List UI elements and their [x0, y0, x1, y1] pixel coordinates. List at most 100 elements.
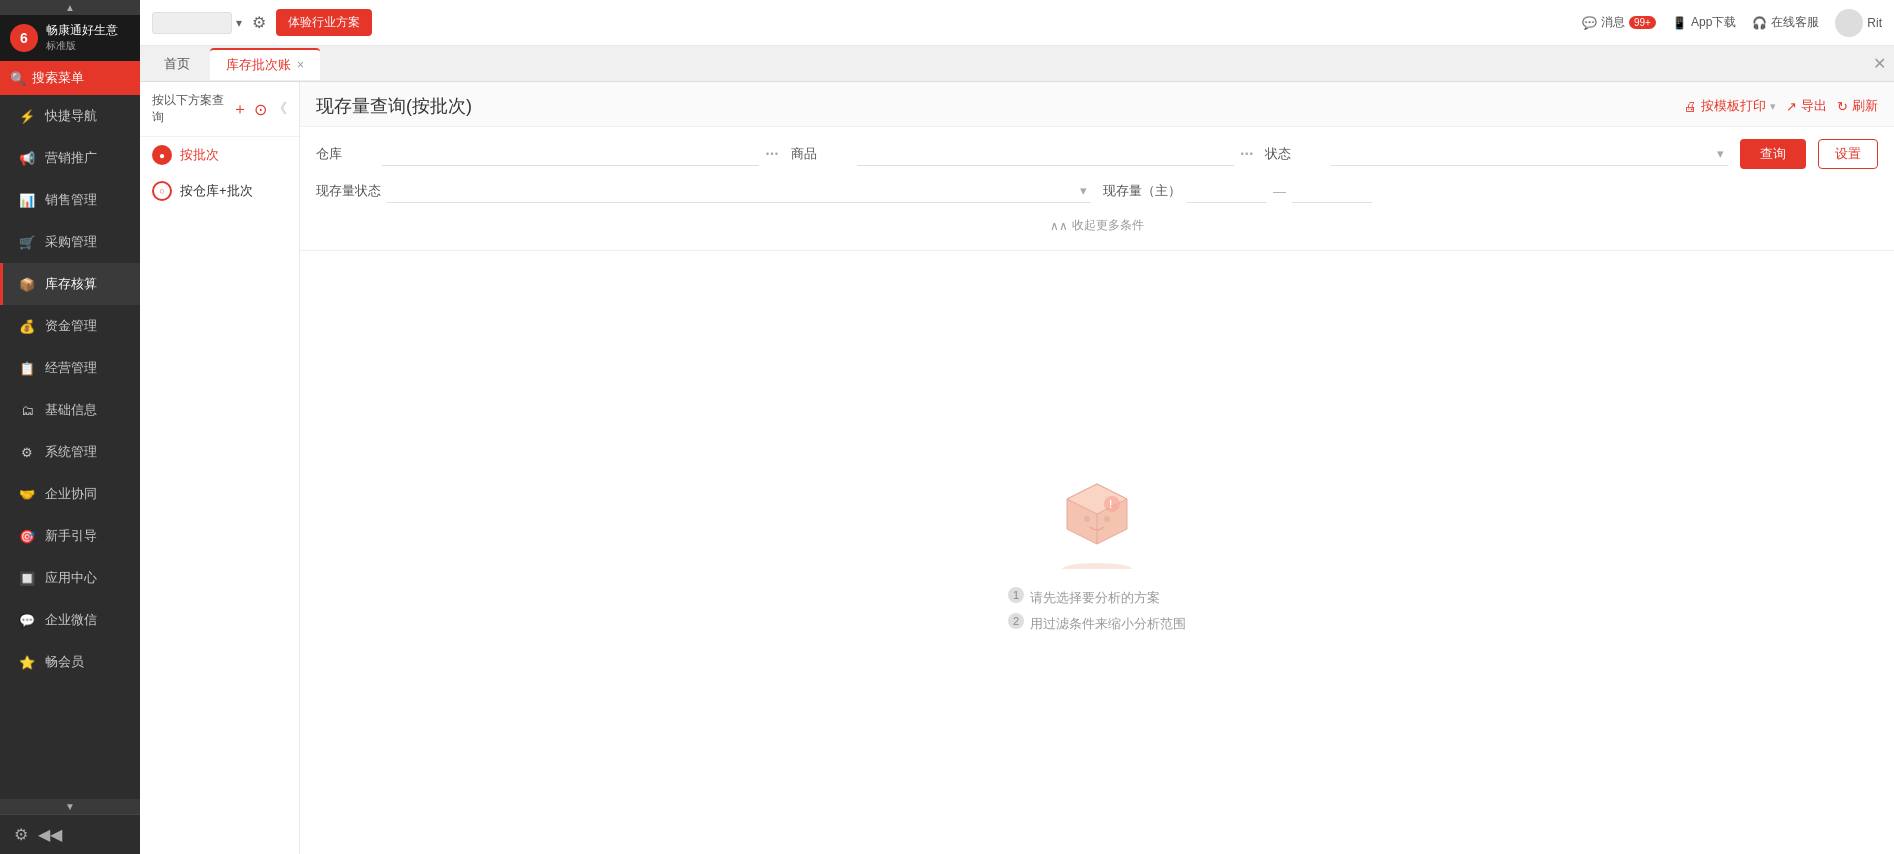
stock-qty-filter: 现存量（主） —: [1103, 179, 1878, 203]
sidebar-item-quick-nav[interactable]: ⚡ 快捷导航: [0, 95, 140, 137]
filter-row-2: 现存量状态 ▾ 现存量（主） —: [316, 179, 1878, 203]
sidebar-item-apps[interactable]: 🔲 应用中心: [0, 557, 140, 599]
main-area: ▾ ⚙ 体验行业方案 💬 消息 99+ 📱 App下载 🎧 在线客服 Rit: [140, 0, 1894, 854]
print-dropdown-icon[interactable]: ▾: [1770, 100, 1776, 113]
sidebar-item-system[interactable]: ⚙ 系统管理: [0, 431, 140, 473]
sidebar-item-label: 资金管理: [45, 317, 97, 335]
refresh-btn[interactable]: ↻ 刷新: [1837, 97, 1878, 115]
collab-icon: 🤝: [17, 484, 37, 504]
sidebar-item-marketing[interactable]: 📢 营销推广: [0, 137, 140, 179]
sidebar-item-label: 企业微信: [45, 611, 97, 629]
empty-illustration: !: [1037, 469, 1157, 569]
topbar-dropdown-icon[interactable]: ▾: [236, 16, 242, 30]
tab-home[interactable]: 首页: [148, 49, 206, 79]
app-download-btn[interactable]: 📱 App下载: [1672, 14, 1736, 31]
app-download-icon: 📱: [1672, 16, 1687, 30]
system-icon: ⚙: [17, 442, 37, 462]
topbar-search-box[interactable]: [152, 12, 232, 34]
finance-icon: 💰: [17, 316, 37, 336]
stock-status-select[interactable]: [387, 179, 1091, 202]
sidebar-item-label: 基础信息: [45, 401, 97, 419]
tab-more-icon[interactable]: ✕: [1873, 54, 1886, 73]
search-icon: 🔍: [10, 71, 26, 86]
query-btn[interactable]: 查询: [1740, 139, 1806, 169]
print-template-btn[interactable]: 🖨 按模板打印 ▾: [1684, 97, 1776, 115]
app-title-area: 畅康通好生意 标准版: [46, 23, 118, 53]
export-btn[interactable]: ↗ 导出: [1786, 97, 1827, 115]
stock-qty-min-input[interactable]: [1187, 179, 1267, 203]
collapse-up-icon: ∧∧: [1050, 219, 1068, 233]
search-menu-item[interactable]: 🔍 搜索菜单: [0, 61, 140, 95]
collapse-panel-icon[interactable]: 《: [273, 100, 287, 118]
warehouse-more-icon[interactable]: ···: [765, 145, 778, 163]
tabbar: 首页 库存批次账 × ✕: [140, 46, 1894, 82]
sidebar-item-label: 企业协同: [45, 485, 97, 503]
tab-close-icon[interactable]: ×: [297, 58, 304, 72]
empty-box-svg: !: [1037, 469, 1157, 569]
apps-icon: 🔲: [17, 568, 37, 588]
warehouse-filter-label: 仓库: [316, 145, 376, 163]
sidebar-item-wechat[interactable]: 💬 企业微信: [0, 599, 140, 641]
purchase-icon: 🛒: [17, 232, 37, 252]
guide-icon: 🎯: [17, 526, 37, 546]
topbar-search-area: ▾: [152, 12, 242, 34]
sidebar-item-finance[interactable]: 💰 资金管理: [0, 305, 140, 347]
collapse-more-label: 收起更多条件: [1072, 217, 1144, 234]
wechat-icon: 💬: [17, 610, 37, 630]
hint-text-1: 请先选择要分析的方案: [1030, 585, 1160, 611]
sidebar-item-ops[interactable]: 📋 经营管理: [0, 347, 140, 389]
online-service-btn[interactable]: 🎧 在线客服: [1752, 14, 1819, 31]
sidebar-scroll-up[interactable]: ▲: [0, 0, 140, 15]
export-label: 导出: [1801, 97, 1827, 115]
search-menu-label: 搜索菜单: [32, 69, 84, 87]
sidebar-item-sales[interactable]: 📊 销售管理: [0, 179, 140, 221]
message-label: 消息: [1601, 14, 1625, 31]
topbar: ▾ ⚙ 体验行业方案 💬 消息 99+ 📱 App下载 🎧 在线客服 Rit: [140, 0, 1894, 46]
sidebar-scroll-down[interactable]: ▼: [0, 799, 140, 814]
sidebar-item-label: 快捷导航: [45, 107, 97, 125]
status-filter-label: 状态: [1265, 145, 1325, 163]
scheme-warehouse-batch[interactable]: ○ 按仓库+批次: [140, 173, 299, 209]
collapse-sidebar-icon[interactable]: ◀◀: [38, 825, 62, 844]
user-area[interactable]: Rit: [1835, 9, 1882, 37]
message-btn[interactable]: 💬 消息 99+: [1582, 14, 1656, 31]
sidebar-item-base[interactable]: 🗂 基础信息: [0, 389, 140, 431]
stock-status-select-wrapper: ▾: [387, 179, 1091, 203]
warehouse-filter: 仓库 ···: [316, 142, 779, 166]
sidebar-item-label: 营销推广: [45, 149, 97, 167]
status-filter: 状态 ▾: [1265, 142, 1728, 166]
settings-footer-icon[interactable]: ⚙: [14, 825, 28, 844]
scheme-batch[interactable]: ● 按批次: [140, 137, 299, 173]
right-panel: 现存量查询(按批次) 🖨 按模板打印 ▾ ↗ 导出 ↻ 刷新: [300, 82, 1894, 854]
sidebar-item-guide[interactable]: 🎯 新手引导: [0, 515, 140, 557]
warehouse-input[interactable]: [382, 142, 759, 166]
online-service-label: 在线客服: [1771, 14, 1819, 31]
collapse-more-btn[interactable]: ∧∧ 收起更多条件: [316, 213, 1878, 238]
sidebar-item-label: 系统管理: [45, 443, 97, 461]
product-input[interactable]: [857, 142, 1234, 166]
svg-text:!: !: [1109, 499, 1112, 510]
message-icon: 💬: [1582, 16, 1597, 30]
stock-qty-max-input[interactable]: [1292, 179, 1372, 203]
sidebar-item-member[interactable]: ⭐ 畅会员: [0, 641, 140, 683]
product-more-icon[interactable]: ···: [1240, 145, 1253, 163]
sidebar-item-collab[interactable]: 🤝 企业协同: [0, 473, 140, 515]
add-scheme-icon[interactable]: ＋: [232, 99, 248, 120]
settings-btn[interactable]: 设置: [1818, 139, 1878, 169]
stock-qty-dash: —: [1273, 184, 1286, 199]
app-download-label: App下载: [1691, 14, 1736, 31]
sidebar-item-purchase[interactable]: 🛒 采购管理: [0, 221, 140, 263]
sidebar-item-inventory[interactable]: 📦 库存核算: [0, 263, 140, 305]
topbar-gear-icon[interactable]: ⚙: [252, 13, 266, 32]
user-avatar: [1835, 9, 1863, 37]
page-title: 现存量查询(按批次): [316, 94, 472, 118]
trial-btn[interactable]: 体验行业方案: [276, 9, 372, 36]
manage-scheme-icon[interactable]: ⊙: [254, 100, 267, 119]
status-select[interactable]: [1331, 142, 1728, 165]
filter-row-1: 仓库 ··· 商品 ··· 状态: [316, 139, 1878, 169]
sidebar-item-label: 畅会员: [45, 653, 84, 671]
tab-inventory-batch[interactable]: 库存批次账 ×: [210, 48, 320, 80]
left-panel: 按以下方案查询 ＋ ⊙ 《 ● 按批次 ○ 按仓库+批次: [140, 82, 300, 854]
inventory-icon: 📦: [17, 274, 37, 294]
sidebar-item-label: 销售管理: [45, 191, 97, 209]
